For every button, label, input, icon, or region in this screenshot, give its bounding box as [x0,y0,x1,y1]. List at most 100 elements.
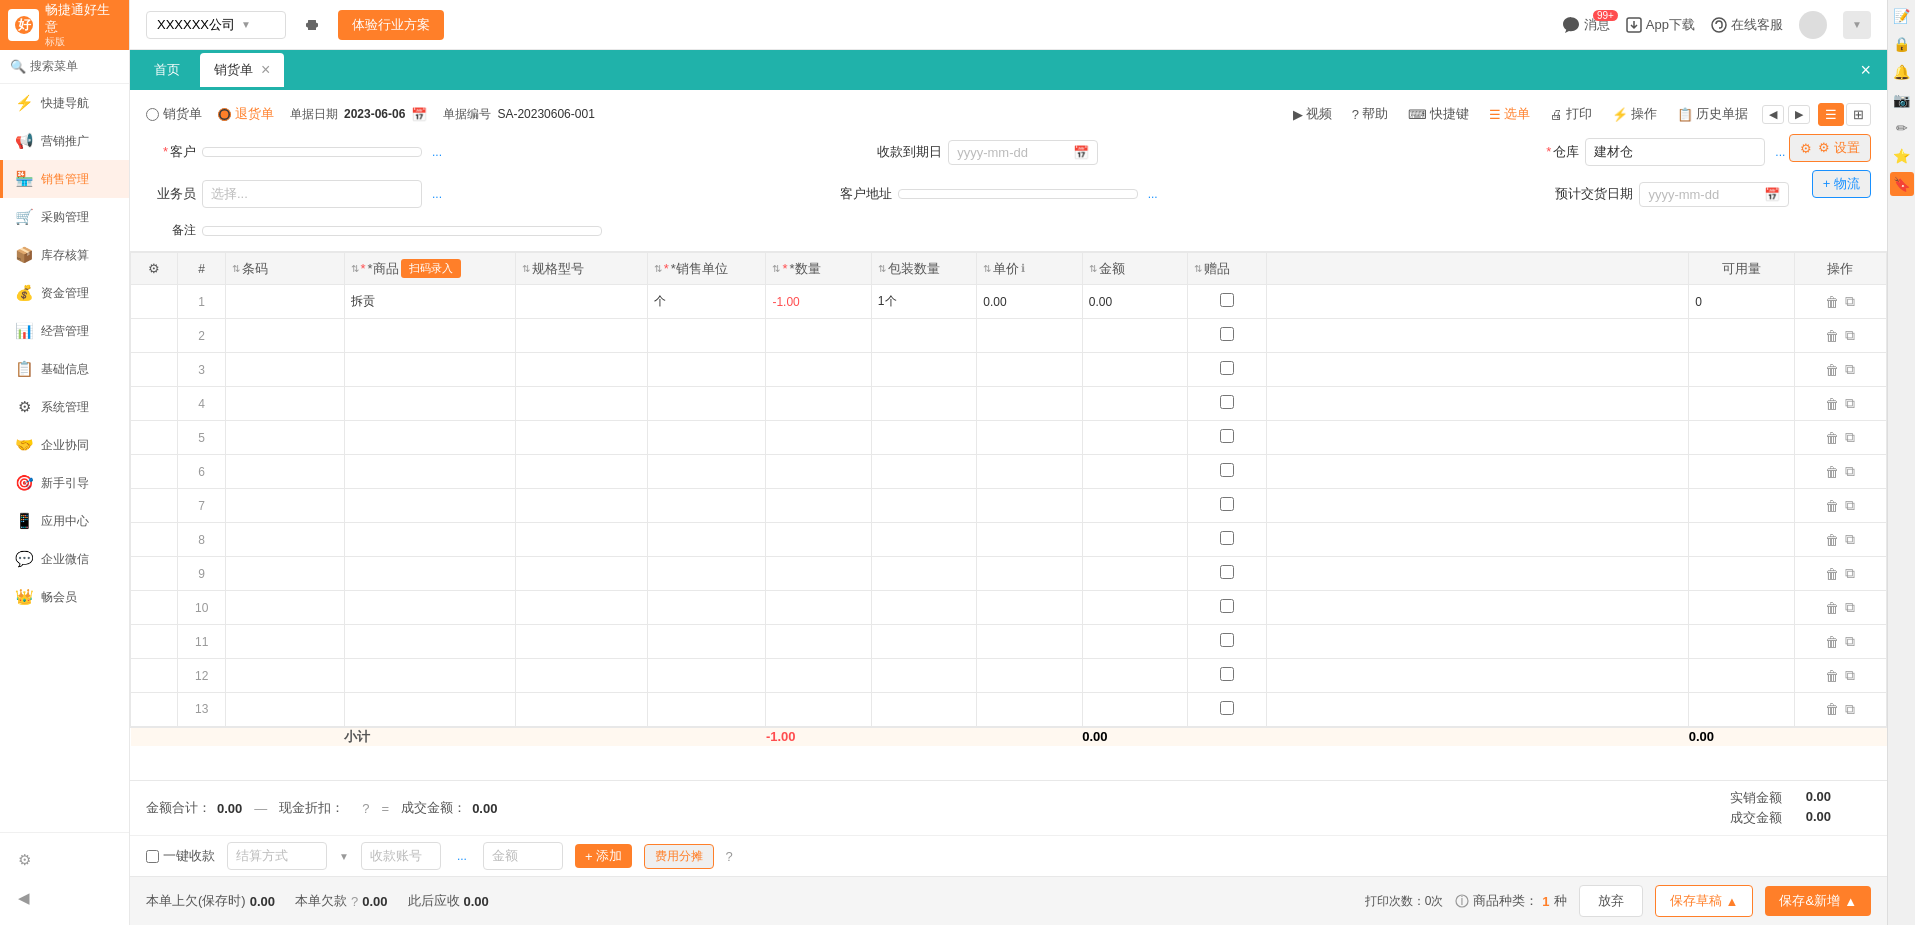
row-delete-icon[interactable]: 🗑 [1825,328,1839,344]
warehouse-input[interactable]: 建材仓 [1585,138,1765,166]
bill-due-help-icon[interactable]: ? [351,894,358,909]
row-copy-icon[interactable]: ⧉ [1845,463,1855,480]
add-payment-button[interactable]: + 添加 [575,844,632,868]
row-unit-cell[interactable] [647,319,766,353]
row-qty-cell[interactable] [766,625,871,659]
row-delete-icon[interactable]: 🗑 [1825,362,1839,378]
row-desc-cell[interactable] [1267,353,1689,387]
row-amount-cell[interactable] [1082,625,1187,659]
sidebar-item-collab[interactable]: 🤝 企业协同 [0,426,129,464]
row-unit-cell[interactable] [647,353,766,387]
right-panel-star[interactable]: ⭐ [1890,144,1914,168]
row-goods-cell[interactable] [344,523,515,557]
expense-split-button[interactable]: 费用分摊 [644,844,714,869]
row-copy-icon[interactable]: ⧉ [1845,429,1855,446]
row-barcode-cell[interactable] [225,625,344,659]
row-amount-cell[interactable] [1082,693,1187,727]
right-panel-bookmark[interactable]: 🔖 [1890,172,1914,196]
row-pkg-cell[interactable] [871,693,976,727]
logistics-button[interactable]: + 物流 [1812,170,1871,198]
row-barcode-cell[interactable] [225,557,344,591]
row-amount-cell[interactable] [1082,489,1187,523]
sidebar-item-marketing[interactable]: 📢 营销推广 [0,122,129,160]
expense-help-icon[interactable]: ? [726,849,733,864]
row-amount-cell[interactable] [1082,353,1187,387]
row-desc-cell[interactable] [1267,455,1689,489]
row-desc-cell[interactable] [1267,557,1689,591]
right-panel-bell[interactable]: 🔔 [1890,60,1914,84]
row-copy-icon[interactable]: ⧉ [1845,293,1855,310]
online-service-button[interactable]: 在线客服 [1711,16,1783,34]
user-menu-button[interactable]: ▼ [1843,11,1871,39]
sidebar-item-system[interactable]: ⚙ 系统管理 [0,388,129,426]
calc-method-input[interactable]: 结算方式 [227,842,327,870]
sidebar-item-wechat[interactable]: 💬 企业微信 [0,540,129,578]
company-selector[interactable]: XXXXXX公司 ▼ [146,11,286,39]
row-goods-cell[interactable] [344,387,515,421]
row-amount-cell[interactable] [1082,319,1187,353]
expected-date-input[interactable]: yyyy-mm-dd 📅 [1639,182,1789,207]
row-pkg-cell[interactable] [871,353,976,387]
row-spec-cell[interactable] [515,625,647,659]
right-panel-note[interactable]: 📝 [1890,4,1914,28]
right-panel-camera[interactable]: 📷 [1890,88,1914,112]
row-amount-cell[interactable] [1082,659,1187,693]
row-copy-icon[interactable]: ⧉ [1845,667,1855,684]
row-delete-icon[interactable]: 🗑 [1825,566,1839,582]
row-price-cell[interactable] [977,625,1082,659]
sidebar-item-inventory[interactable]: 📦 库存核算 [0,236,129,274]
row-pkg-cell[interactable] [871,455,976,489]
row-copy-icon[interactable]: ⧉ [1845,395,1855,412]
row-spec-cell[interactable] [515,319,647,353]
row-price-cell[interactable] [977,421,1082,455]
row-delete-icon[interactable]: 🗑 [1825,498,1839,514]
toolbar-select[interactable]: ☰ 选单 [1483,102,1536,126]
row-goods-cell[interactable] [344,591,515,625]
sidebar-item-purchase[interactable]: 🛒 采购管理 [0,198,129,236]
row-amount-cell[interactable] [1082,557,1187,591]
row-spec-cell[interactable] [515,285,647,319]
sidebar-settings[interactable]: ⚙ [0,841,129,879]
row-price-cell[interactable] [977,659,1082,693]
sidebar-item-sales[interactable]: 🏪 销售管理 [0,160,129,198]
discard-button[interactable]: 放弃 [1579,885,1643,917]
row-barcode-cell[interactable] [225,353,344,387]
user-avatar[interactable] [1799,11,1827,39]
row-copy-icon[interactable]: ⧉ [1845,497,1855,514]
row-gift-cell[interactable] [1188,659,1267,693]
due-date-input[interactable]: yyyy-mm-dd 📅 [948,140,1098,165]
row-barcode-cell[interactable] [225,693,344,727]
salesman-input[interactable]: 选择... [202,180,422,208]
row-price-cell[interactable] [977,591,1082,625]
row-qty-cell[interactable] [766,455,871,489]
row-unit-cell[interactable] [647,557,766,591]
sidebar-search[interactable]: 🔍 搜索菜单 [0,50,129,84]
row-pkg-cell[interactable] [871,387,976,421]
row-gift-cell[interactable] [1188,353,1267,387]
customer-picker-button[interactable]: ... [428,145,446,159]
row-goods-cell[interactable]: 拆贡 [344,285,515,319]
row-delete-icon[interactable]: 🗑 [1825,701,1839,717]
row-unit-cell[interactable] [647,591,766,625]
sidebar-item-finance[interactable]: 💰 资金管理 [0,274,129,312]
price-info-icon[interactable]: ℹ [1021,262,1025,275]
salesman-picker-button[interactable]: ... [428,187,446,201]
one-click-pay-checkbox[interactable]: 一键收款 [146,847,215,865]
table-settings-icon[interactable]: ⚙ [148,261,160,276]
right-panel-edit[interactable]: ✏ [1890,116,1914,140]
row-desc-cell[interactable] [1267,693,1689,727]
row-spec-cell[interactable] [515,693,647,727]
row-goods-cell[interactable] [344,455,515,489]
row-qty-cell[interactable] [766,387,871,421]
radio-return-order[interactable]: 退货单 [218,105,274,123]
row-desc-cell[interactable] [1267,489,1689,523]
row-qty-cell[interactable]: -1.00 [766,285,871,319]
tab-sales-order[interactable]: 销货单 × [200,53,284,87]
row-desc-cell[interactable] [1267,387,1689,421]
row-spec-cell[interactable] [515,557,647,591]
row-unit-cell[interactable] [647,387,766,421]
row-qty-cell[interactable] [766,659,871,693]
row-gift-cell[interactable] [1188,489,1267,523]
row-pkg-cell[interactable]: 1个 [871,285,976,319]
row-unit-cell[interactable]: 个 [647,285,766,319]
